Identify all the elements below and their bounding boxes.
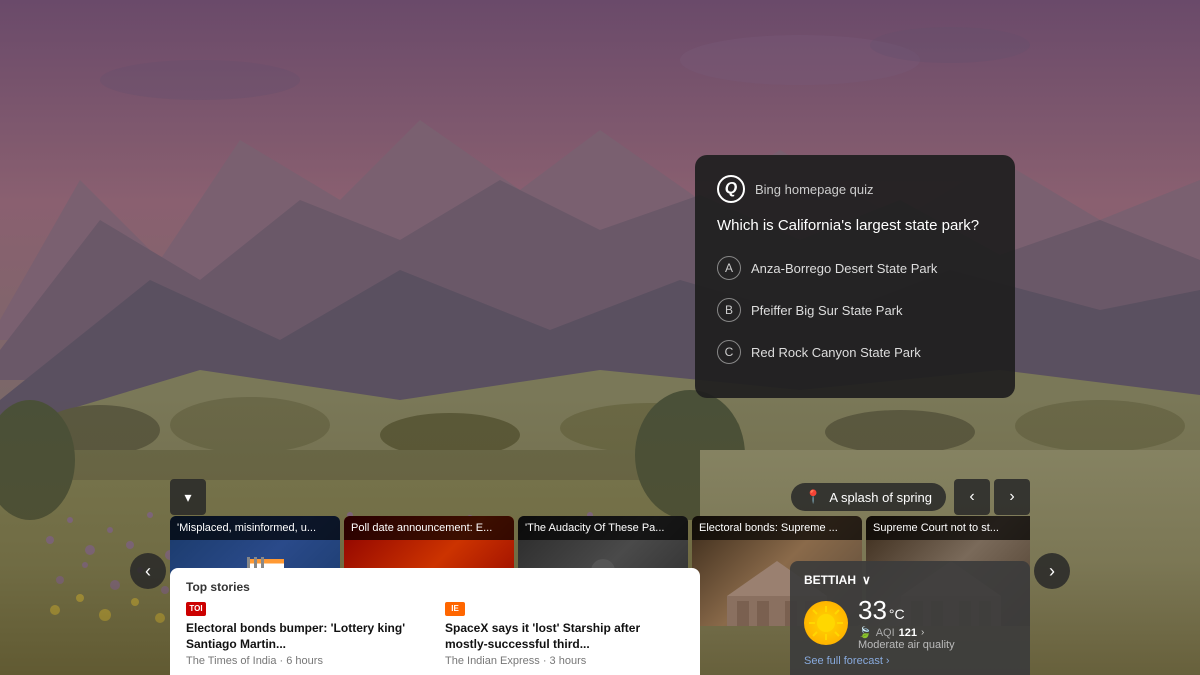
quiz-option-c[interactable]: C Red Rock Canyon State Park <box>717 336 993 368</box>
weather-sun-icon <box>804 601 848 645</box>
carousel-item-3-title: 'The Audacity Of These Pa... <box>518 516 688 540</box>
carousel-item-4-title: Electoral bonds: Supreme ... <box>692 516 862 540</box>
weather-city-row: BETTIAH ∨ <box>804 573 1016 587</box>
location-text: A splash of spring <box>829 490 932 505</box>
aqi-value: 121 <box>899 627 917 639</box>
carousel-prev-button[interactable]: ‹ <box>130 553 166 589</box>
stories-row: TOI Electoral bonds bumper: 'Lottery kin… <box>186 602 684 667</box>
story-item-2[interactable]: IE SpaceX says it 'lost' Starship after … <box>445 602 684 667</box>
option-letter-b: B <box>717 298 741 322</box>
weather-aqi-row: 🍃 AQI 121 › <box>858 626 955 639</box>
carousel-item-1-title: 'Misplaced, misinformed, u... <box>170 516 340 540</box>
carousel-next-button[interactable]: › <box>1034 553 1070 589</box>
next-arrow-icon: › <box>1009 488 1014 506</box>
weather-card: BETTIAH ∨ 33 °C 🍃 A <box>790 561 1030 675</box>
carousel-item-2-title: Poll date announcement: E... <box>344 516 514 540</box>
carousel-item-5-title: Supreme Court not to st... <box>866 516 1030 540</box>
story-2-headline: SpaceX says it 'lost' Starship after mos… <box>445 620 684 652</box>
controls-bar: ▾ 📍 A splash of spring ‹ › <box>0 479 1200 515</box>
quiz-option-a[interactable]: A Anza-Borrego Desert State Park <box>717 252 993 284</box>
collapse-button[interactable]: ▾ <box>170 479 206 515</box>
top-stories-card: Top stories TOI Electoral bonds bumper: … <box>170 568 700 675</box>
weather-quality: Moderate air quality <box>858 639 955 651</box>
weather-temperature: 33 °C <box>858 595 955 626</box>
option-text-c: Red Rock Canyon State Park <box>751 345 921 360</box>
forecast-link[interactable]: See full forecast › <box>804 655 1016 667</box>
next-arrow-button[interactable]: › <box>994 479 1030 515</box>
option-text-a: Anza-Borrego Desert State Park <box>751 261 937 276</box>
pin-icon: 📍 <box>805 489 821 505</box>
option-letter-a: A <box>717 256 741 280</box>
quiz-header: Q Bing homepage quiz <box>717 175 993 203</box>
top-stories-title: Top stories <box>186 580 684 594</box>
ie-badge: IE <box>445 602 465 616</box>
story-1-meta: The Times of India · 6 hours <box>186 655 425 667</box>
weather-main-row: 33 °C 🍃 AQI 121 › Moderate air quality <box>804 595 1016 651</box>
aqi-label: AQI <box>876 627 895 639</box>
location-caption: 📍 A splash of spring <box>791 483 946 511</box>
quiz-title: Bing homepage quiz <box>755 182 874 197</box>
story-2-meta: The Indian Express · 3 hours <box>445 655 684 667</box>
weather-city-name: BETTIAH <box>804 573 856 587</box>
prev-arrow-button[interactable]: ‹ <box>954 479 990 515</box>
carousel-prev-icon: ‹ <box>145 561 151 582</box>
story-item-1[interactable]: TOI Electoral bonds bumper: 'Lottery kin… <box>186 602 425 667</box>
option-letter-c: C <box>717 340 741 364</box>
leaf-icon: 🍃 <box>858 626 872 639</box>
carousel-next-icon: › <box>1049 561 1055 582</box>
prev-arrow-icon: ‹ <box>969 488 974 506</box>
toi-badge: TOI <box>186 602 206 616</box>
quiz-card: Q Bing homepage quiz Which is California… <box>695 155 1015 398</box>
quiz-option-b[interactable]: B Pfeiffer Big Sur State Park <box>717 294 993 326</box>
quiz-icon: Q <box>717 175 745 203</box>
chevron-down-icon-weather[interactable]: ∨ <box>862 573 871 587</box>
nav-arrows: ‹ › <box>954 479 1030 515</box>
aqi-arrow-icon[interactable]: › <box>921 627 924 638</box>
story-1-headline: Electoral bonds bumper: 'Lottery king' S… <box>186 620 425 652</box>
option-text-b: Pfeiffer Big Sur State Park <box>751 303 903 318</box>
chevron-down-icon: ▾ <box>184 489 191 506</box>
quiz-question: Which is California's largest state park… <box>717 215 993 236</box>
story-2-source-row: IE <box>445 602 684 616</box>
story-1-source-row: TOI <box>186 602 425 616</box>
